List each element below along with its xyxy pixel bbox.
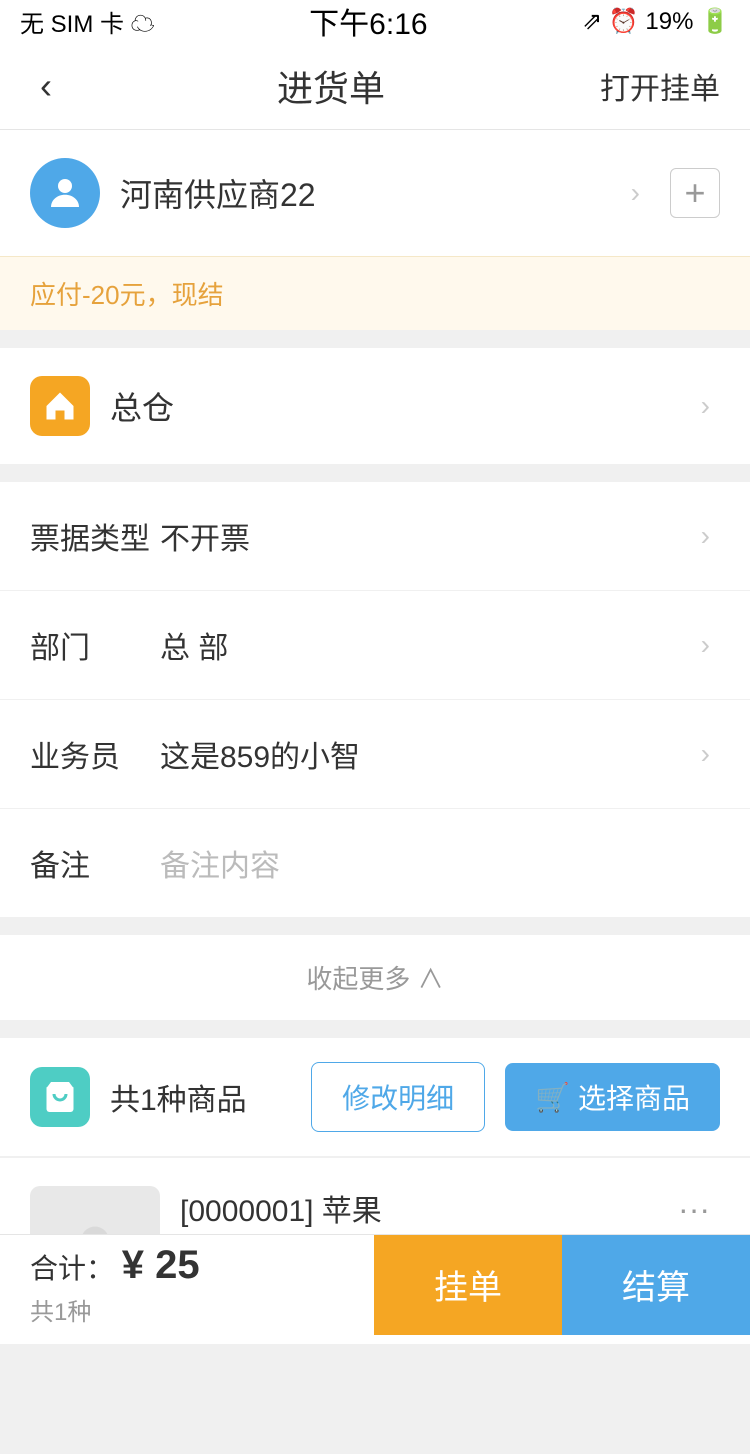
product-count: 共1种商品 xyxy=(110,1075,291,1119)
salesperson-chevron-icon: › xyxy=(701,738,710,770)
department-chevron-icon: › xyxy=(701,629,710,661)
select-product-button[interactable]: 🛒 选择商品 xyxy=(505,1063,720,1131)
total-label: 合计： xyxy=(30,1253,114,1284)
edit-detail-button[interactable]: 修改明细 xyxy=(311,1062,485,1132)
invoice-chevron-icon: › xyxy=(701,520,710,552)
warehouse-chevron-icon: › xyxy=(701,390,710,422)
product-name: [0000001] 苹果 xyxy=(180,1186,648,1230)
status-bar: 无 SIM 卡 ☁ 下午6:16 ⇗ ⏰ 19% 🔋 xyxy=(0,0,750,42)
salesperson-value: 这是859的小智 xyxy=(160,732,701,776)
department-value: 总 部 xyxy=(160,623,701,667)
back-button[interactable]: ‹ xyxy=(30,55,62,117)
warehouse-name: 总仓 xyxy=(110,383,701,429)
collapse-button[interactable]: 收起更多 ∧ xyxy=(0,935,750,1020)
person-icon xyxy=(44,172,86,214)
status-bar-left: 无 SIM 卡 ☁ xyxy=(20,4,155,39)
house-icon xyxy=(42,388,78,424)
supplier-section: 河南供应商22 › + 应付-20元，现结 xyxy=(0,130,750,330)
cart-icon: 🛒 xyxy=(535,1081,570,1114)
warehouse-row[interactable]: 总仓 › xyxy=(0,348,750,464)
page-title: 进货单 xyxy=(277,60,385,112)
product-more-button[interactable]: ··· xyxy=(668,1186,720,1233)
sim-signal-text: 无 SIM 卡 ☁ xyxy=(20,4,155,39)
status-bar-right: ⇗ ⏰ 19% 🔋 xyxy=(582,7,730,36)
footer: 合计： ¥ 25 共1种 挂单 结算 xyxy=(0,1234,750,1334)
remark-row[interactable]: 备注 备注内容 xyxy=(0,809,750,917)
hang-button[interactable]: 挂单 xyxy=(374,1235,562,1335)
department-label: 部门 xyxy=(30,623,160,667)
footer-count: 共1种 xyxy=(30,1292,344,1327)
supplier-name: 河南供应商22 xyxy=(120,170,631,216)
remark-value[interactable]: 备注内容 xyxy=(160,841,720,885)
battery-icon: ⇗ ⏰ 19% 🔋 xyxy=(582,7,730,36)
footer-total: 合计： ¥ 25 共1种 xyxy=(0,1243,374,1327)
supplier-row[interactable]: 河南供应商22 › + xyxy=(0,130,750,256)
footer-total-row: 合计： ¥ 25 xyxy=(30,1243,344,1288)
add-supplier-button[interactable]: + xyxy=(670,168,720,218)
product-header: 共1种商品 修改明细 🛒 选择商品 xyxy=(0,1038,750,1156)
form-section: 票据类型 不开票 › 部门 总 部 › 业务员 这是859的小智 › 备注 备注… xyxy=(0,482,750,917)
salesperson-row[interactable]: 业务员 这是859的小智 › xyxy=(0,700,750,809)
salesperson-label: 业务员 xyxy=(30,732,160,776)
nav-bar: ‹ 进货单 打开挂单 xyxy=(0,42,750,130)
checkout-button[interactable]: 结算 xyxy=(562,1235,750,1335)
warehouse-section: 总仓 › xyxy=(0,348,750,464)
bag-icon xyxy=(42,1079,78,1115)
remark-label: 备注 xyxy=(30,841,160,885)
invoice-type-label: 票据类型 xyxy=(30,514,160,558)
department-row[interactable]: 部门 总 部 › xyxy=(0,591,750,700)
supplier-avatar xyxy=(30,158,100,228)
chevron-right-icon: › xyxy=(631,177,640,209)
open-hang-button[interactable]: 打开挂单 xyxy=(600,64,720,108)
invoice-type-row[interactable]: 票据类型 不开票 › xyxy=(0,482,750,591)
invoice-type-value: 不开票 xyxy=(160,514,701,558)
total-amount: ¥ 25 xyxy=(122,1243,200,1287)
supplier-notice: 应付-20元，现结 xyxy=(0,256,750,330)
status-bar-time: 下午6:16 xyxy=(309,0,427,43)
product-bag-icon xyxy=(30,1067,90,1127)
warehouse-icon xyxy=(30,376,90,436)
